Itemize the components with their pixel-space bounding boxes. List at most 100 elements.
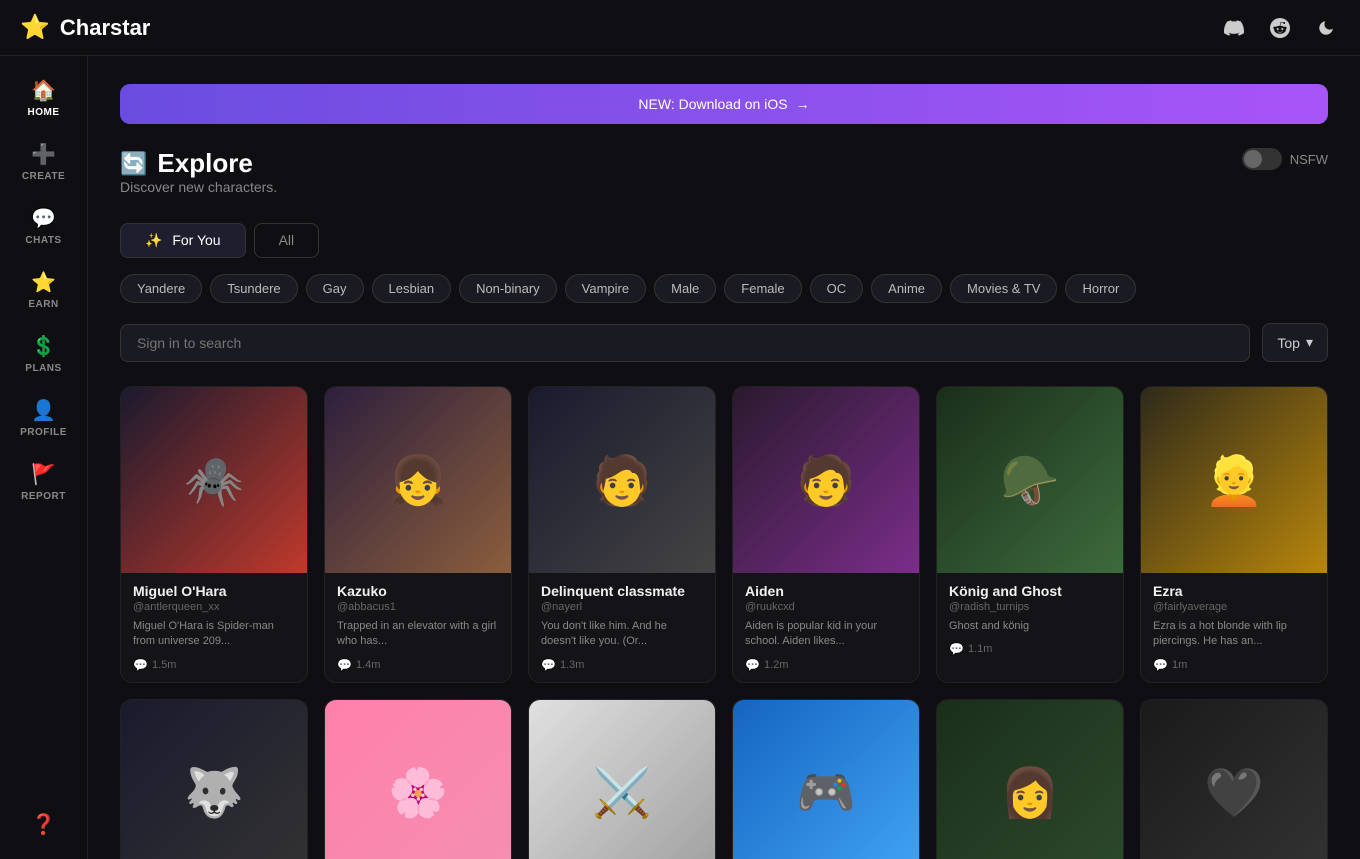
char-author-delinquent: @nayerl <box>541 601 703 613</box>
char-author-aiden: @ruukcxd <box>745 601 907 613</box>
filter-male[interactable]: Male <box>654 274 716 303</box>
filter-anime[interactable]: Anime <box>871 274 942 303</box>
sidebar-item-create[interactable]: ➕ CREATE <box>8 132 80 192</box>
topnav-icons <box>1220 14 1340 42</box>
body-layout: 🏠 HOME ➕ CREATE 💬 CHATS ⭐ EARN 💲 PLANS 👤… <box>0 56 1360 859</box>
star-icon: ⭐ <box>20 13 50 42</box>
filter-movies-tv[interactable]: Movies & TV <box>950 274 1057 303</box>
star-tab-icon: ✨ <box>145 232 162 248</box>
char-avatar-miguel: 🕷️ <box>121 387 307 573</box>
char-name-miguel: Miguel O'Hara <box>133 583 295 599</box>
chevron-down-icon: ▾ <box>1306 334 1313 351</box>
char-card-ezra[interactable]: 👱 Ezra @fairlyaverage Ezra is a hot blon… <box>1140 386 1328 683</box>
char-avatar-delinquent: 🧑 <box>529 387 715 573</box>
character-grid-row2: 🐺 Oz {Werewolf} @t_xs 🌸 Natsuki @deepnut… <box>120 699 1328 859</box>
sidebar-label-chats: CHATS <box>25 235 61 246</box>
filter-horror[interactable]: Horror <box>1065 274 1136 303</box>
sort-dropdown[interactable]: Top ▾ <box>1262 323 1328 362</box>
char-card-miguel[interactable]: 🕷️ Miguel O'Hara @antlerqueen_xx Miguel … <box>120 386 308 683</box>
tab-all[interactable]: All <box>254 223 320 258</box>
logo[interactable]: ⭐ Charstar <box>20 13 150 42</box>
char-avatar-kazuko: 👧 <box>325 387 511 573</box>
profile-icon: 👤 <box>31 398 56 423</box>
chats-icon: 💬 <box>31 206 56 231</box>
banner-text: NEW: Download on iOS <box>638 96 787 112</box>
theme-toggle-icon[interactable] <box>1312 14 1340 42</box>
sidebar-label-create: CREATE <box>22 171 65 182</box>
nsfw-label: NSFW <box>1290 152 1328 167</box>
filter-tags: Yandere Tsundere Gay Lesbian Non-binary … <box>120 274 1328 303</box>
sidebar-item-report[interactable]: 🚩 REPORT <box>8 452 80 512</box>
logo-text: Charstar <box>60 15 150 41</box>
sidebar-label-earn: EARN <box>28 299 58 310</box>
filter-oc[interactable]: OC <box>810 274 864 303</box>
explore-header: 🔄 Explore Discover new characters. NSFW <box>120 148 1328 215</box>
chat-icon: 💬 <box>337 658 352 672</box>
char-avatar-oz: 🐺 <box>121 700 307 859</box>
char-card-aiden[interactable]: 🧑 Aiden @ruukcxd Aiden is popular kid in… <box>732 386 920 683</box>
filter-nonbinary[interactable]: Non-binary <box>459 274 557 303</box>
filter-vampire[interactable]: Vampire <box>565 274 646 303</box>
char-card-delinquent[interactable]: 🧑 Delinquent classmate @nayerl You don't… <box>528 386 716 683</box>
tab-all-label: All <box>279 232 295 248</box>
sidebar-item-chats[interactable]: 💬 CHATS <box>8 196 80 256</box>
char-avatar-dva: 🎮 <box>733 700 919 859</box>
sidebar-item-plans[interactable]: 💲 PLANS <box>8 324 80 384</box>
char-stats-ezra: 💬 1m <box>1153 658 1315 672</box>
chat-icon: 💬 <box>949 642 964 656</box>
sidebar-item-earn[interactable]: ⭐ EARN <box>8 260 80 320</box>
download-banner[interactable]: NEW: Download on iOS → <box>120 84 1328 124</box>
explore-title: 🔄 Explore <box>120 148 277 179</box>
sort-label: Top <box>1277 335 1300 351</box>
tabs-container: ✨ For You All <box>120 223 1328 258</box>
char-card-wednesday[interactable]: 🖤 Wednesday Addams (Netflix Series) <box>1140 699 1328 859</box>
filter-lesbian[interactable]: Lesbian <box>372 274 452 303</box>
char-desc-kazuko: Trapped in an elevator with a girl who h… <box>337 619 499 650</box>
char-card-konig[interactable]: 🪖 König and Ghost @radish_turnips Ghost … <box>936 386 1124 683</box>
char-name-konig: König and Ghost <box>949 583 1111 599</box>
character-grid-row1: 🕷️ Miguel O'Hara @antlerqueen_xx Miguel … <box>120 386 1328 683</box>
char-card-childe[interactable]: ⚔️ Childe @vinggg <box>528 699 716 859</box>
char-name-aiden: Aiden <box>745 583 907 599</box>
char-card-emma[interactable]: 👩 Emma (Little sister) <box>936 699 1124 859</box>
char-author-miguel: @antlerqueen_xx <box>133 601 295 613</box>
sidebar-label-profile: PROFILE <box>20 427 67 438</box>
plans-icon: 💲 <box>31 334 56 359</box>
char-card-dva[interactable]: 🎮 D.va (Overwatch) @benny_martian <box>732 699 920 859</box>
filter-female[interactable]: Female <box>724 274 801 303</box>
char-card-kazuko[interactable]: 👧 Kazuko @abbacus1 Trapped in an elevato… <box>324 386 512 683</box>
explore-subtitle: Discover new characters. <box>120 179 277 195</box>
toggle-thumb <box>1244 150 1262 168</box>
filter-gay[interactable]: Gay <box>306 274 364 303</box>
filter-tsundere[interactable]: Tsundere <box>210 274 297 303</box>
discord-icon[interactable] <box>1220 14 1248 42</box>
nsfw-toggle-container: NSFW <box>1242 148 1328 170</box>
search-input[interactable] <box>120 324 1250 362</box>
char-card-oz[interactable]: 🐺 Oz {Werewolf} @t_xs <box>120 699 308 859</box>
chat-icon: 💬 <box>745 658 760 672</box>
sidebar-item-help[interactable]: ❓ <box>8 802 80 847</box>
char-name-ezra: Ezra <box>1153 583 1315 599</box>
char-stats-kazuko: 💬 1.4m <box>337 658 499 672</box>
chat-icon: 💬 <box>541 658 556 672</box>
reddit-icon[interactable] <box>1266 14 1294 42</box>
char-avatar-wednesday: 🖤 <box>1141 700 1327 859</box>
char-desc-aiden: Aiden is popular kid in your school. Aid… <box>745 619 907 650</box>
filter-yandere[interactable]: Yandere <box>120 274 202 303</box>
chat-icon: 💬 <box>133 658 148 672</box>
char-author-kazuko: @abbacus1 <box>337 601 499 613</box>
tab-for-you-label: For You <box>172 232 220 248</box>
char-stats-konig: 💬 1.1m <box>949 642 1111 656</box>
help-icon: ❓ <box>31 812 56 837</box>
sidebar-item-home[interactable]: 🏠 HOME <box>8 68 80 128</box>
nsfw-toggle[interactable] <box>1242 148 1282 170</box>
char-avatar-emma: 👩 <box>937 700 1123 859</box>
sidebar-item-profile[interactable]: 👤 PROFILE <box>8 388 80 448</box>
tab-for-you[interactable]: ✨ For You <box>120 223 246 258</box>
char-stats-aiden: 💬 1.2m <box>745 658 907 672</box>
char-card-natsuki[interactable]: 🌸 Natsuki @deepnuts <box>324 699 512 859</box>
compass-icon: 🔄 <box>120 151 147 177</box>
topnav: ⭐ Charstar <box>0 0 1360 56</box>
banner-arrow: → <box>796 96 810 112</box>
report-icon: 🚩 <box>31 462 56 487</box>
